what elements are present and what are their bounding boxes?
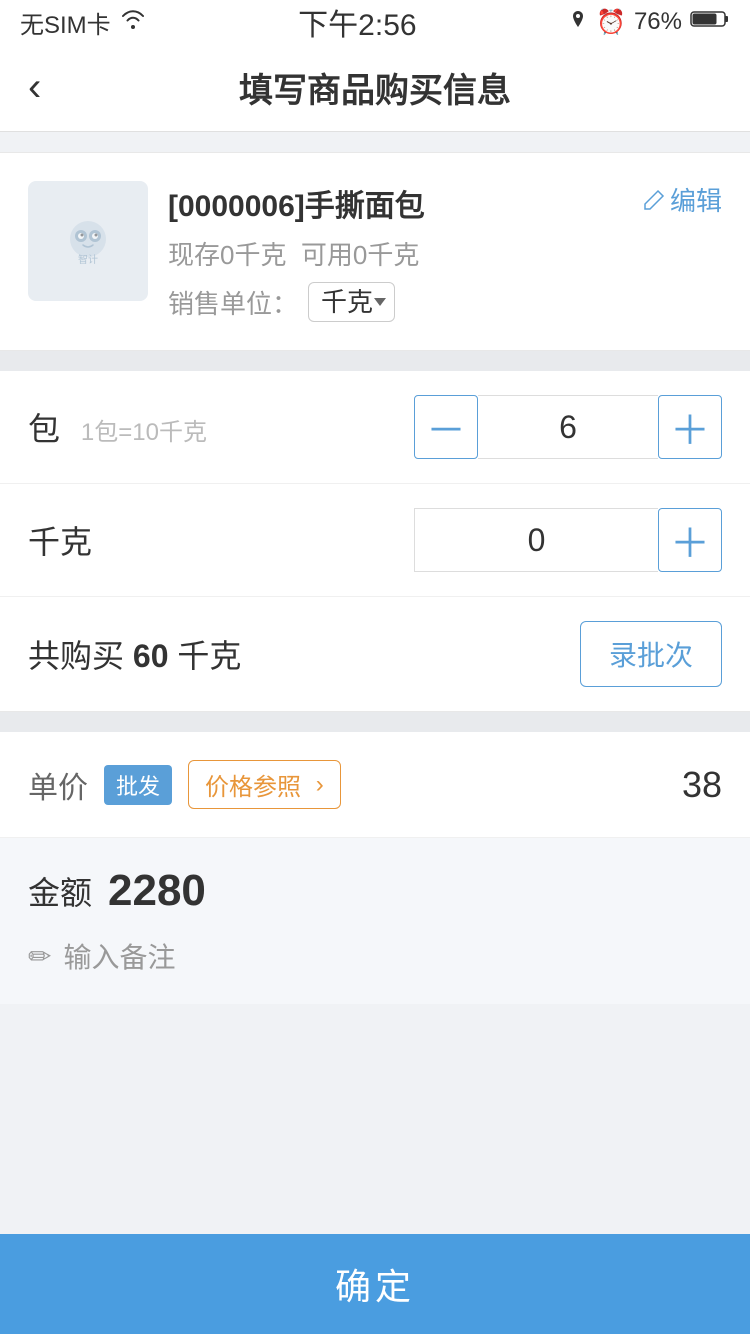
- total-label: 共购买 60 千克: [28, 631, 241, 677]
- product-image: 智计: [28, 181, 148, 301]
- kg-quantity-control: ＋: [414, 508, 722, 572]
- kg-row: 千克 ＋: [0, 484, 750, 597]
- bag-plus-button[interactable]: ＋: [658, 395, 722, 459]
- price-label: 单价: [28, 763, 88, 807]
- remark-icon: ✏: [28, 940, 51, 973]
- product-info: [0000006]手撕面包 编辑 现存0千克 可用0千克 销售单位： 千克: [168, 181, 722, 322]
- amount-section: 金额 2280 ✏ 输入备注: [0, 838, 750, 1004]
- price-type-tag: 批发: [104, 765, 172, 805]
- battery-icon: [690, 8, 730, 36]
- amount-value: 2280: [108, 866, 206, 916]
- bag-quantity-control: － ＋: [414, 395, 722, 459]
- bag-minus-button[interactable]: －: [414, 395, 478, 459]
- location-icon: [568, 8, 588, 36]
- input-section: 包 1包=10千克 － ＋ 千克 ＋: [0, 371, 750, 597]
- section-divider-1: [0, 351, 750, 371]
- empty-area: [0, 1004, 750, 1264]
- back-button[interactable]: ‹: [28, 65, 41, 110]
- nav-bar: ‹ 填写商品购买信息: [0, 44, 750, 132]
- carrier-label: 无SIM卡: [20, 5, 111, 40]
- status-bar: 无SIM卡 下午2:56 ⏰ 76%: [0, 0, 750, 44]
- amount-row: 金额 2280: [28, 866, 722, 916]
- kg-quantity-input[interactable]: [414, 508, 658, 572]
- product-card: 智计 [0000006]手撕面包 编辑 现存0千克 可用0千克 销售单位： 千克: [0, 152, 750, 351]
- wifi-icon: [119, 8, 147, 36]
- confirm-button[interactable]: 确定: [0, 1234, 750, 1334]
- product-stock: 现存0千克 可用0千克: [168, 235, 722, 272]
- battery-label: 76%: [634, 8, 682, 36]
- product-name: [0000006]手撕面包: [168, 181, 425, 225]
- remark-label: 输入备注: [63, 936, 175, 976]
- status-bar-left: 无SIM卡: [20, 5, 147, 40]
- status-bar-time: 下午2:56: [298, 0, 416, 44]
- alarm-icon: ⏰: [596, 8, 626, 37]
- remark-row[interactable]: ✏ 输入备注: [28, 936, 722, 976]
- price-reference-button[interactable]: 价格参照 ›: [188, 760, 341, 809]
- bag-row: 包 1包=10千克 － ＋: [0, 371, 750, 484]
- price-value: 38: [682, 764, 722, 806]
- section-divider-2: [0, 712, 750, 732]
- price-row: 单价 批发 价格参照 › 38: [0, 732, 750, 838]
- kg-plus-button[interactable]: ＋: [658, 508, 722, 572]
- total-row: 共购买 60 千克 录批次: [0, 597, 750, 712]
- product-unit: 销售单位： 千克: [168, 282, 722, 322]
- bag-hint: 1包=10千克: [81, 419, 207, 446]
- svg-text:智计: 智计: [78, 253, 98, 266]
- edit-button[interactable]: 编辑: [642, 181, 722, 218]
- amount-label: 金额: [28, 868, 92, 914]
- record-batch-button[interactable]: 录批次: [580, 621, 722, 687]
- bag-quantity-input[interactable]: [478, 395, 658, 459]
- bag-label: 包 1包=10千克: [28, 404, 414, 450]
- unit-select[interactable]: 千克: [308, 282, 395, 322]
- page-title: 填写商品购买信息: [239, 63, 511, 112]
- kg-label: 千克: [28, 517, 414, 563]
- status-bar-right: ⏰ 76%: [568, 8, 730, 37]
